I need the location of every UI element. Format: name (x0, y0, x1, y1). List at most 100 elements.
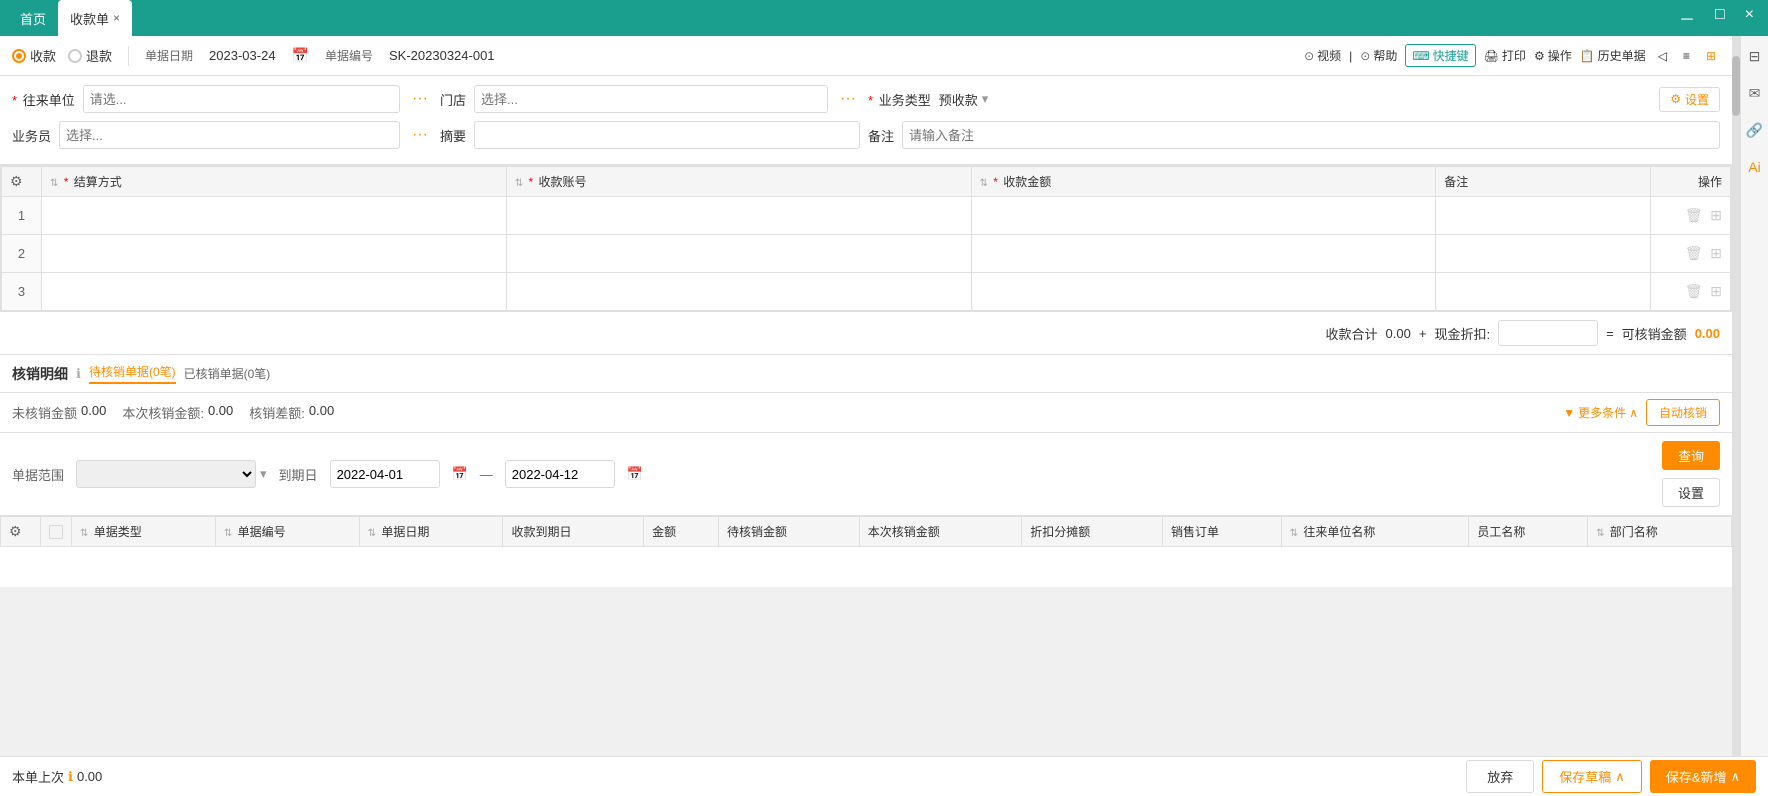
save-new-button[interactable]: 保存&新增 ∧ (1650, 760, 1756, 793)
prev-layout-btn[interactable]: ◁ (1654, 47, 1671, 65)
footer-info-icon[interactable]: ℹ (68, 769, 73, 785)
scroll-thumb[interactable] (1732, 56, 1740, 116)
th-doc-no: ⇅ 单据编号 (215, 517, 359, 547)
grid-layout-btn[interactable]: ⊞ (1702, 47, 1720, 65)
scrollbar[interactable] (1732, 36, 1740, 796)
partner-input[interactable] (83, 85, 400, 113)
th-partner-name: ⇅ 往来单位名称 (1281, 517, 1469, 547)
discount-input[interactable] (1498, 320, 1598, 346)
remark-label: 备注 (868, 126, 894, 145)
tab-close[interactable]: × (113, 11, 120, 25)
shortcut-icon: ⌨ (1412, 49, 1429, 63)
filter-icon: ▼ (1563, 406, 1575, 420)
th-gear[interactable]: ⚙ (2, 167, 42, 197)
select-all-checkbox[interactable] (49, 525, 63, 539)
operations-btn[interactable]: ⚙ 操作 (1534, 47, 1572, 64)
row3-account[interactable] (506, 273, 971, 311)
due-label: 到期日 (279, 465, 318, 484)
date-from-input[interactable] (330, 460, 440, 488)
cal-from-icon[interactable]: 📅 (452, 466, 468, 482)
bottom-gear-icon[interactable]: ⚙ (9, 523, 22, 539)
form-row-2: 业务员 ··· 摘要 备注 (12, 120, 1720, 150)
table-gear-icon[interactable]: ⚙ (10, 173, 23, 189)
help-label: 帮助 (1373, 47, 1397, 64)
circle-icon: ⊙ (1304, 49, 1314, 63)
video-btn[interactable]: ⊙ 视频 (1304, 47, 1341, 64)
radio-refund-label: 退款 (86, 46, 112, 65)
current-stat: 本次核销金额: 0.00 (122, 403, 233, 422)
sidebar-table-icon[interactable]: ⊟ (1745, 44, 1765, 69)
staff-input[interactable] (59, 121, 400, 149)
row2-delete-icon[interactable]: 🗑 (1685, 245, 1703, 261)
partner-more-btn[interactable]: ··· (408, 90, 432, 108)
window-controls: － □ × (1673, 4, 1760, 32)
row2-copy-icon[interactable]: ⊞ (1710, 245, 1722, 261)
abandon-button[interactable]: 放弃 (1466, 760, 1534, 793)
save-new-chevron: ∧ (1730, 769, 1740, 785)
chevron-down-icon[interactable]: ▾ (982, 91, 989, 107)
shop-more-btn[interactable]: ··· (836, 90, 860, 108)
row1-amount[interactable] (971, 197, 1436, 235)
cal-to-icon[interactable]: 📅 (627, 466, 643, 482)
settings-button[interactable]: ⚙ 设置 (1659, 87, 1720, 112)
th-gear-bottom[interactable]: ⚙ (1, 517, 41, 547)
filter-chevron-icon[interactable]: ▾ (260, 466, 267, 482)
shortcut-btn[interactable]: ⌨ 快捷键 (1405, 44, 1475, 67)
row3-settle[interactable] (42, 273, 507, 311)
minimize-btn[interactable]: － (1673, 4, 1701, 32)
row1-delete-icon[interactable]: 🗑 (1685, 207, 1703, 223)
tab-receipt[interactable]: 收款单 × (58, 0, 132, 36)
auto-verification-btn[interactable]: 自动核销 (1646, 399, 1720, 426)
staff-more-btn[interactable]: ··· (408, 126, 432, 144)
pending-tab[interactable]: 待核销单据(0笔) (89, 363, 176, 384)
sidebar-attach-icon[interactable]: 🔗 (1742, 118, 1767, 143)
save-draft-button[interactable]: 保存草稿 ∧ (1542, 760, 1642, 793)
sidebar-mail-icon[interactable]: ✉ (1745, 81, 1765, 106)
info-icon[interactable]: ℹ (76, 366, 81, 382)
th-current-amount: 本次核销金额 (859, 517, 1022, 547)
sidebar-ai-icon[interactable]: Ai (1744, 155, 1764, 179)
list-layout-btn[interactable]: ≡ (1679, 47, 1694, 65)
more-filter-btn[interactable]: ▼ 更多条件 ∧ (1563, 404, 1638, 421)
radio-refund[interactable]: 退款 (68, 46, 112, 65)
row-num-1: 1 (2, 197, 42, 235)
unverified-stat: 未核销金额 0.00 (12, 403, 106, 422)
maximize-btn[interactable]: □ (1709, 4, 1731, 32)
th-checkbox[interactable] (41, 517, 72, 547)
filter-setting-button[interactable]: 设置 (1662, 478, 1720, 507)
biz-type-select[interactable]: 预收款 ▾ (939, 90, 989, 109)
date-to-input[interactable] (505, 460, 615, 488)
query-button[interactable]: 查询 (1662, 441, 1720, 470)
row3-remark[interactable] (1436, 273, 1651, 311)
print-btn[interactable]: 🖨 打印 (1484, 47, 1526, 64)
row2-account[interactable] (506, 235, 971, 273)
shop-input[interactable] (474, 85, 828, 113)
remark-input[interactable] (902, 121, 1720, 149)
row-num-3: 3 (2, 273, 42, 311)
row1-copy-icon[interactable]: ⊞ (1710, 207, 1722, 223)
row1-account[interactable] (506, 197, 971, 235)
biz-required: * (868, 93, 873, 108)
row2-remark[interactable] (1436, 235, 1651, 273)
th-doc-type: ⇅ 单据类型 (72, 517, 216, 547)
row2-amount[interactable] (971, 235, 1436, 273)
row3-copy-icon[interactable]: ⊞ (1710, 283, 1722, 299)
radio-receipt[interactable]: 收款 (12, 46, 56, 65)
filter-label: 单据范围 (12, 465, 64, 484)
row1-settle[interactable] (42, 197, 507, 235)
abstract-input[interactable] (474, 121, 860, 149)
close-btn[interactable]: × (1739, 4, 1760, 32)
row3-delete-icon[interactable]: 🗑 (1685, 283, 1703, 299)
print-icon: 🖨 (1484, 49, 1499, 63)
tab-home[interactable]: 首页 (8, 0, 58, 36)
help-btn[interactable]: ⊙ 帮助 (1360, 47, 1397, 64)
filter-select[interactable] (76, 460, 256, 488)
date-icon[interactable]: 📅 (292, 47, 309, 64)
sort-icon-account: ⇅ (515, 178, 523, 189)
remark-section: 备注 (868, 121, 1720, 149)
row3-amount[interactable] (971, 273, 1436, 311)
done-tab[interactable]: 已核销单据(0笔) (184, 365, 271, 382)
history-btn[interactable]: 📋 历史单据 (1580, 47, 1646, 64)
row1-remark[interactable] (1436, 197, 1651, 235)
row2-settle[interactable] (42, 235, 507, 273)
